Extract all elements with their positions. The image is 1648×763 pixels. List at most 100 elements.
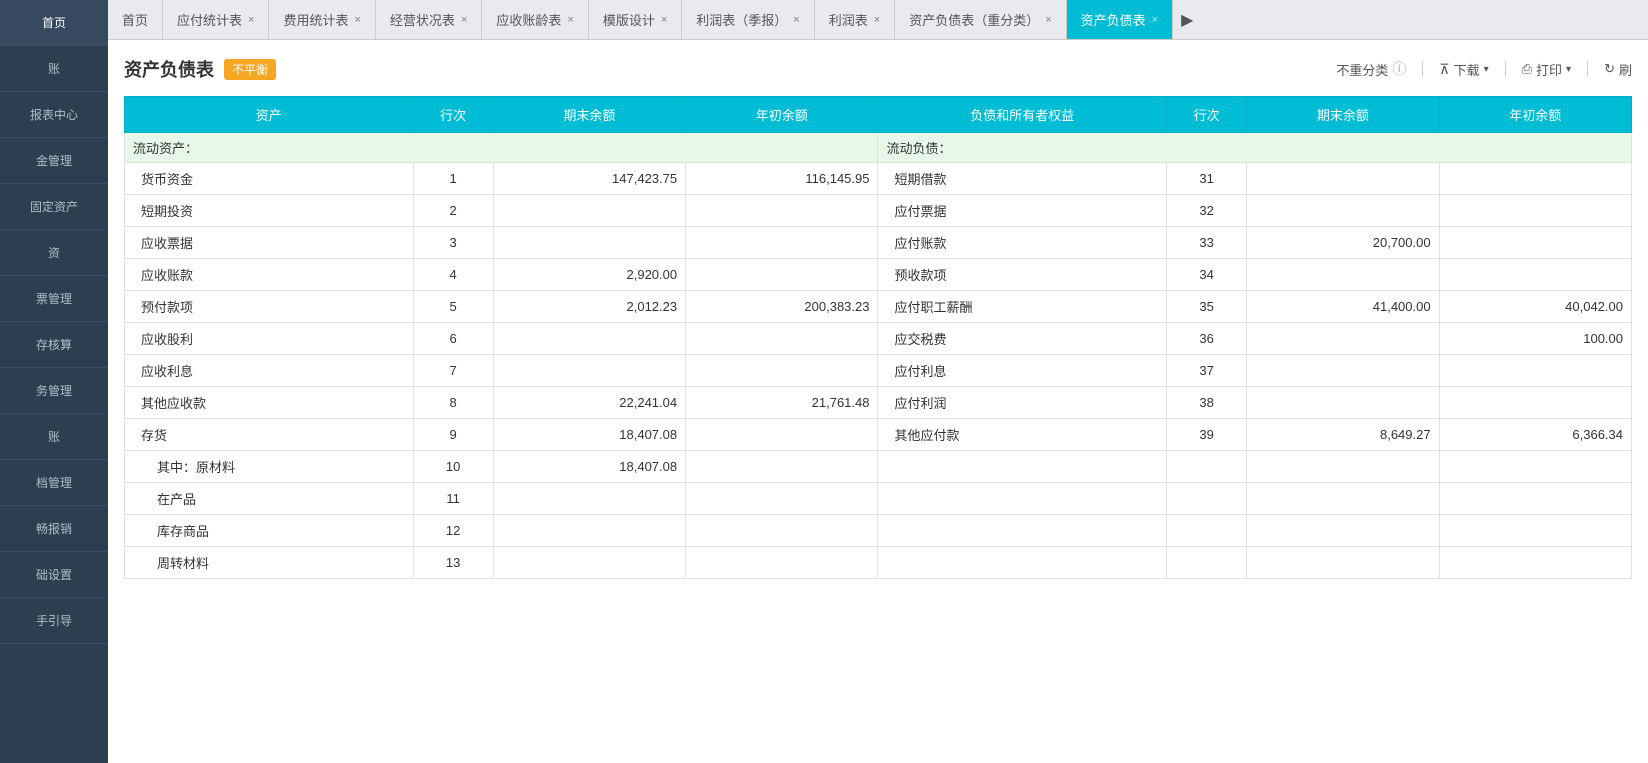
right-row-num-3: 34 <box>1167 259 1247 291</box>
sidebar-item-ticket[interactable]: 票管理 <box>0 276 108 322</box>
sidebar-item-expense[interactable]: 畅报销 <box>0 506 108 552</box>
tab-close-template-design[interactable]: × <box>661 14 667 26</box>
left-label-12[interactable]: 周转材料 <box>125 547 414 579</box>
left-end-bal-4: 2,012.23 <box>493 291 685 323</box>
right-label-1[interactable]: 应付票据 <box>878 195 1167 227</box>
sidebar-item-affairs[interactable]: 务管理 <box>0 368 108 414</box>
col-end-balance-left: 期末余额 <box>493 97 685 133</box>
right-label-8[interactable]: 其他应付款 <box>878 419 1167 451</box>
left-begin-bal-11 <box>686 515 878 547</box>
left-label-8[interactable]: 存货 <box>125 419 414 451</box>
tab-receivable-aging[interactable]: 应收账龄表 × <box>482 0 588 40</box>
right-label-6[interactable]: 应付利息 <box>878 355 1167 387</box>
col-liabilities: 负债和所有者权益 <box>878 97 1167 133</box>
right-row-num-8: 39 <box>1167 419 1247 451</box>
left-row-num-3: 4 <box>413 259 493 291</box>
left-row-num-5: 6 <box>413 323 493 355</box>
sidebar-item-settings[interactable]: 础设置 <box>0 552 108 598</box>
no-classify-button[interactable]: 不重分类 ⓘ <box>1336 59 1406 79</box>
left-begin-bal-9 <box>686 451 878 483</box>
tab-close-expense-stats[interactable]: × <box>354 14 360 26</box>
sidebar-item-fixed-assets[interactable]: 固定资产 <box>0 184 108 230</box>
left-label-4[interactable]: 预付款项 <box>125 291 414 323</box>
print-button[interactable]: ⎙ 打印 ▾ <box>1522 60 1571 79</box>
right-row-num-0: 31 <box>1167 163 1247 195</box>
tab-close-profit[interactable]: × <box>874 14 880 26</box>
col-begin-balance-right: 年初余额 <box>1439 97 1631 133</box>
right-label-4[interactable]: 应付职工薪酬 <box>878 291 1167 323</box>
sidebar-item-account[interactable]: 账 <box>0 46 108 92</box>
right-label-10[interactable] <box>878 483 1167 515</box>
right-row-num-1: 32 <box>1167 195 1247 227</box>
left-label-0[interactable]: 货币资金 <box>125 163 414 195</box>
tab-template-design[interactable]: 模版设计 × <box>589 0 682 40</box>
left-end-bal-1 <box>493 195 685 227</box>
tab-payable-stats[interactable]: 应付统计表 × <box>163 0 269 40</box>
left-end-bal-6 <box>493 355 685 387</box>
tab-balance-reclassified[interactable]: 资产负债表（重分类） × <box>895 0 1066 40</box>
tab-home[interactable]: 首页 <box>108 0 163 40</box>
tab-business-status[interactable]: 经营状况表 × <box>376 0 482 40</box>
sidebar: 首页 账 报表中心 金管理 固定资产 资 票管理 存核算 务管理 账 档管理 畅… <box>0 0 108 763</box>
left-end-bal-9: 18,407.08 <box>493 451 685 483</box>
refresh-button[interactable]: ↻ 刷 <box>1604 60 1632 79</box>
sidebar-item-report-center[interactable]: 报表中心 <box>0 92 108 138</box>
table-row: 应收利息 7 应付利息 37 <box>125 355 1632 387</box>
right-label-5[interactable]: 应交税费 <box>878 323 1167 355</box>
tab-close-receivable-aging[interactable]: × <box>567 14 573 26</box>
tab-expense-stats[interactable]: 费用统计表 × <box>269 0 375 40</box>
table-header-row: 资产 行次 期末余额 年初余额 负债和所有者权益 行次 期末余额 年初余额 <box>125 97 1632 133</box>
tab-close-balance[interactable]: × <box>1152 14 1158 26</box>
sidebar-item-home[interactable]: 首页 <box>0 0 108 46</box>
col-row-num-left: 行次 <box>413 97 493 133</box>
left-label-7[interactable]: 其他应收款 <box>125 387 414 419</box>
left-label-10[interactable]: 在产品 <box>125 483 414 515</box>
right-end-bal-6 <box>1247 355 1439 387</box>
right-label-11[interactable] <box>878 515 1167 547</box>
left-row-num-0: 1 <box>413 163 493 195</box>
right-label-0[interactable]: 短期借款 <box>878 163 1167 195</box>
right-label-12[interactable] <box>878 547 1167 579</box>
tab-close-profit-quarterly[interactable]: × <box>793 14 799 26</box>
left-label-5[interactable]: 应收股利 <box>125 323 414 355</box>
sidebar-item-ledger[interactable]: 账 <box>0 414 108 460</box>
right-begin-bal-11 <box>1439 515 1631 547</box>
left-row-num-11: 12 <box>413 515 493 547</box>
right-label-7[interactable]: 应付利润 <box>878 387 1167 419</box>
left-label-3[interactable]: 应收账款 <box>125 259 414 291</box>
left-row-num-10: 11 <box>413 483 493 515</box>
table-row: 其他应收款 8 22,241.04 21,761.48 应付利润 38 <box>125 387 1632 419</box>
download-icon: ⊼ <box>1439 61 1449 78</box>
right-row-num-6: 37 <box>1167 355 1247 387</box>
left-begin-bal-0: 116,145.95 <box>686 163 878 195</box>
tab-balance[interactable]: 资产负债表 × <box>1067 0 1173 40</box>
sidebar-item-guide[interactable]: 手引导 <box>0 598 108 644</box>
sidebar-item-archive[interactable]: 档管理 <box>0 460 108 506</box>
left-label-2[interactable]: 应收票据 <box>125 227 414 259</box>
right-label-2[interactable]: 应付账款 <box>878 227 1167 259</box>
left-label-11[interactable]: 库存商品 <box>125 515 414 547</box>
tab-scroll-right-icon[interactable]: ▶ <box>1173 10 1201 30</box>
tab-profit[interactable]: 利润表 × <box>815 0 895 40</box>
table-row: 应收账款 4 2,920.00 预收款项 34 <box>125 259 1632 291</box>
page-header: 资产负债表 不平衡 不重分类 ⓘ ⊼ 下载 ▾ ⎙ 打印 ▾ <box>124 56 1632 82</box>
right-label-9[interactable] <box>878 451 1167 483</box>
right-label-3[interactable]: 预收款项 <box>878 259 1167 291</box>
left-end-bal-2 <box>493 227 685 259</box>
divider-1 <box>1422 61 1423 77</box>
left-label-9[interactable]: 其中：原材料 <box>125 451 414 483</box>
right-begin-bal-3 <box>1439 259 1631 291</box>
table-row: 应收票据 3 应付账款 33 20,700.00 <box>125 227 1632 259</box>
tab-close-balance-reclassified[interactable]: × <box>1045 14 1051 26</box>
tab-profit-quarterly[interactable]: 利润表（季报） × <box>682 0 814 40</box>
help-icon[interactable]: ⓘ <box>1392 59 1406 79</box>
sidebar-item-finance[interactable]: 金管理 <box>0 138 108 184</box>
tab-close-payable-stats[interactable]: × <box>248 14 254 26</box>
tab-close-business-status[interactable]: × <box>461 14 467 26</box>
right-row-num-4: 35 <box>1167 291 1247 323</box>
left-label-6[interactable]: 应收利息 <box>125 355 414 387</box>
sidebar-item-capital[interactable]: 资 <box>0 230 108 276</box>
download-button[interactable]: ⊼ 下载 ▾ <box>1439 60 1488 79</box>
left-label-1[interactable]: 短期投资 <box>125 195 414 227</box>
sidebar-item-inventory[interactable]: 存核算 <box>0 322 108 368</box>
